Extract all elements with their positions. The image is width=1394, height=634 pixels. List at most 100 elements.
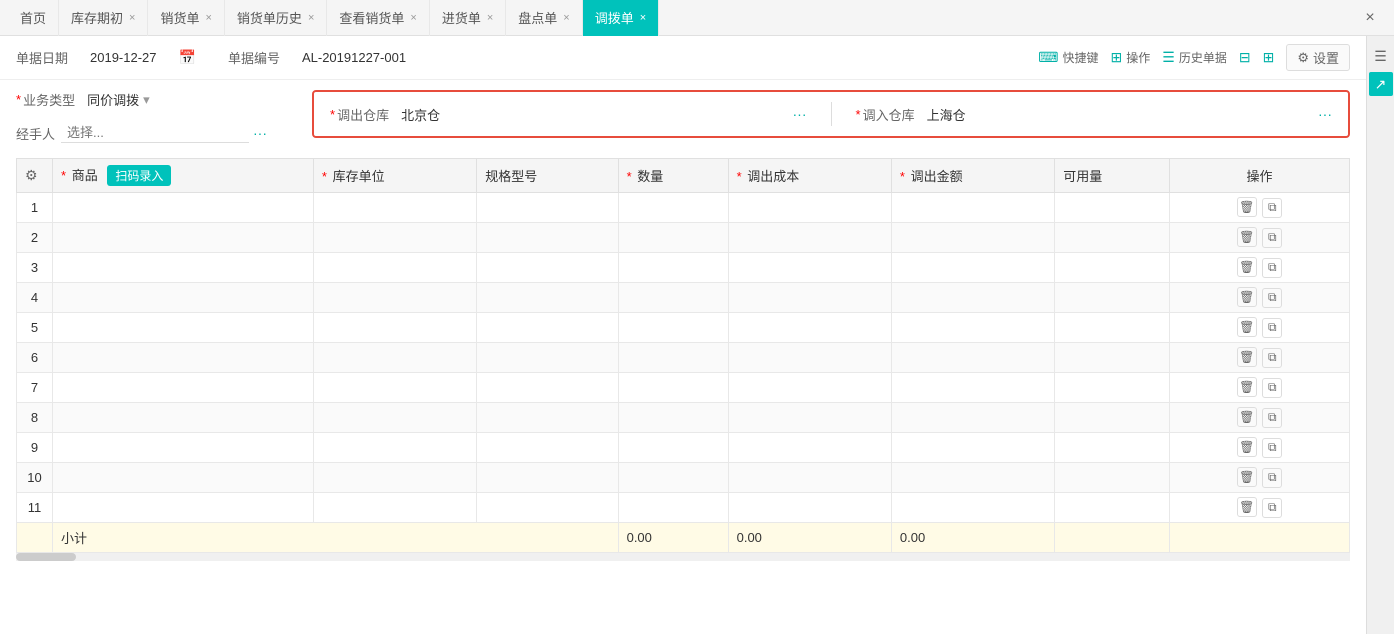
cell-product[interactable] bbox=[53, 253, 314, 283]
cell-amount[interactable] bbox=[891, 253, 1054, 283]
cell-product[interactable] bbox=[53, 433, 314, 463]
cell-available[interactable] bbox=[1055, 313, 1170, 343]
agent-more-icon[interactable]: ··· bbox=[253, 125, 267, 141]
cell-unit[interactable] bbox=[313, 313, 476, 343]
cell-cost[interactable] bbox=[728, 253, 891, 283]
cell-qty[interactable] bbox=[618, 253, 728, 283]
cell-spec[interactable] bbox=[477, 253, 618, 283]
cell-amount[interactable] bbox=[891, 313, 1054, 343]
cell-cost[interactable] bbox=[728, 223, 891, 253]
cell-amount[interactable] bbox=[891, 343, 1054, 373]
cell-qty[interactable] bbox=[618, 403, 728, 433]
tab-inventory-init-close[interactable]: × bbox=[129, 12, 135, 24]
cell-unit[interactable] bbox=[313, 373, 476, 403]
cell-qty[interactable] bbox=[618, 223, 728, 253]
cell-cost[interactable] bbox=[728, 433, 891, 463]
cell-cost[interactable] bbox=[728, 283, 891, 313]
copy-icon[interactable]: ⧉ bbox=[1262, 438, 1282, 458]
tab-inventory-count-close[interactable]: × bbox=[563, 12, 569, 24]
delete-icon[interactable]: 🗑 bbox=[1237, 197, 1257, 217]
cell-amount[interactable] bbox=[891, 463, 1054, 493]
cell-amount[interactable] bbox=[891, 403, 1054, 433]
cell-cost[interactable] bbox=[728, 493, 891, 523]
cell-unit[interactable] bbox=[313, 343, 476, 373]
cell-product[interactable] bbox=[53, 283, 314, 313]
warehouse-out-value[interactable]: 北京仓 bbox=[401, 105, 440, 124]
tab-purchase-order-close[interactable]: × bbox=[487, 12, 493, 24]
copy-icon[interactable]: ⧉ bbox=[1262, 288, 1282, 308]
cell-qty[interactable] bbox=[618, 193, 728, 223]
tab-purchase-order[interactable]: 进货单 × bbox=[430, 0, 506, 36]
layout-button[interactable]: ⊟ bbox=[1239, 49, 1251, 66]
cell-amount[interactable] bbox=[891, 223, 1054, 253]
cell-unit[interactable] bbox=[313, 493, 476, 523]
cell-available[interactable] bbox=[1055, 373, 1170, 403]
cell-product[interactable] bbox=[53, 493, 314, 523]
sidebar-export-icon[interactable]: ↗ bbox=[1369, 72, 1393, 96]
delete-icon[interactable]: 🗑 bbox=[1237, 287, 1257, 307]
cell-available[interactable] bbox=[1055, 193, 1170, 223]
tab-inventory-init[interactable]: 库存期初 × bbox=[59, 0, 148, 36]
copy-icon[interactable]: ⧉ bbox=[1262, 408, 1282, 428]
layout2-button[interactable]: ⊞ bbox=[1263, 49, 1275, 66]
cell-spec[interactable] bbox=[477, 223, 618, 253]
cell-amount[interactable] bbox=[891, 373, 1054, 403]
delete-icon[interactable]: 🗑 bbox=[1237, 227, 1257, 247]
cell-spec[interactable] bbox=[477, 463, 618, 493]
warehouse-in-value[interactable]: 上海仓 bbox=[927, 105, 966, 124]
copy-icon[interactable]: ⧉ bbox=[1262, 318, 1282, 338]
cell-product[interactable] bbox=[53, 223, 314, 253]
cell-available[interactable] bbox=[1055, 463, 1170, 493]
cell-product[interactable] bbox=[53, 313, 314, 343]
delete-icon[interactable]: 🗑 bbox=[1237, 377, 1257, 397]
cell-available[interactable] bbox=[1055, 493, 1170, 523]
horizontal-scrollbar[interactable] bbox=[16, 553, 1350, 561]
tab-inventory-count[interactable]: 盘点单 × bbox=[506, 0, 582, 36]
calendar-icon[interactable]: 📅 bbox=[179, 49, 196, 66]
tab-sales-order-close[interactable]: × bbox=[205, 12, 211, 24]
cell-product[interactable] bbox=[53, 193, 314, 223]
table-settings-icon[interactable]: ⚙ bbox=[25, 167, 38, 183]
cell-cost[interactable] bbox=[728, 463, 891, 493]
cell-available[interactable] bbox=[1055, 283, 1170, 313]
cell-cost[interactable] bbox=[728, 193, 891, 223]
history-button[interactable]: ☰ 历史单据 bbox=[1162, 49, 1227, 66]
cell-available[interactable] bbox=[1055, 223, 1170, 253]
settings-button[interactable]: ⚙ 设置 bbox=[1286, 44, 1350, 71]
copy-icon[interactable]: ⧉ bbox=[1262, 258, 1282, 278]
copy-icon[interactable]: ⧉ bbox=[1262, 198, 1282, 218]
cell-unit[interactable] bbox=[313, 283, 476, 313]
cell-spec[interactable] bbox=[477, 283, 618, 313]
warehouse-out-more-icon[interactable]: ··· bbox=[793, 106, 807, 122]
cell-spec[interactable] bbox=[477, 433, 618, 463]
tab-transfer[interactable]: 调拨单 × bbox=[583, 0, 659, 36]
copy-icon[interactable]: ⧉ bbox=[1262, 348, 1282, 368]
cell-spec[interactable] bbox=[477, 313, 618, 343]
cell-qty[interactable] bbox=[618, 373, 728, 403]
cell-unit[interactable] bbox=[313, 433, 476, 463]
cell-product[interactable] bbox=[53, 463, 314, 493]
cell-product[interactable] bbox=[53, 403, 314, 433]
delete-icon[interactable]: 🗑 bbox=[1237, 437, 1257, 457]
warehouse-in-more-icon[interactable]: ··· bbox=[1318, 106, 1332, 122]
cell-qty[interactable] bbox=[618, 493, 728, 523]
window-close-button[interactable]: × bbox=[1354, 0, 1386, 36]
sidebar-list-icon[interactable]: ☰ bbox=[1369, 44, 1393, 68]
cell-available[interactable] bbox=[1055, 253, 1170, 283]
cell-cost[interactable] bbox=[728, 403, 891, 433]
cell-unit[interactable] bbox=[313, 193, 476, 223]
tab-sales-history-close[interactable]: × bbox=[308, 12, 314, 24]
cell-unit[interactable] bbox=[313, 223, 476, 253]
cell-cost[interactable] bbox=[728, 373, 891, 403]
biz-type-value[interactable]: 同价调拨 bbox=[87, 90, 139, 109]
scan-entry-button[interactable]: 扫码录入 bbox=[107, 165, 171, 186]
tab-home[interactable]: 首页 bbox=[8, 0, 59, 36]
cell-qty[interactable] bbox=[618, 283, 728, 313]
delete-icon[interactable]: 🗑 bbox=[1237, 467, 1257, 487]
copy-icon[interactable]: ⧉ bbox=[1262, 228, 1282, 248]
cell-unit[interactable] bbox=[313, 403, 476, 433]
cell-product[interactable] bbox=[53, 373, 314, 403]
cell-unit[interactable] bbox=[313, 253, 476, 283]
cell-spec[interactable] bbox=[477, 403, 618, 433]
copy-icon[interactable]: ⧉ bbox=[1262, 378, 1282, 398]
